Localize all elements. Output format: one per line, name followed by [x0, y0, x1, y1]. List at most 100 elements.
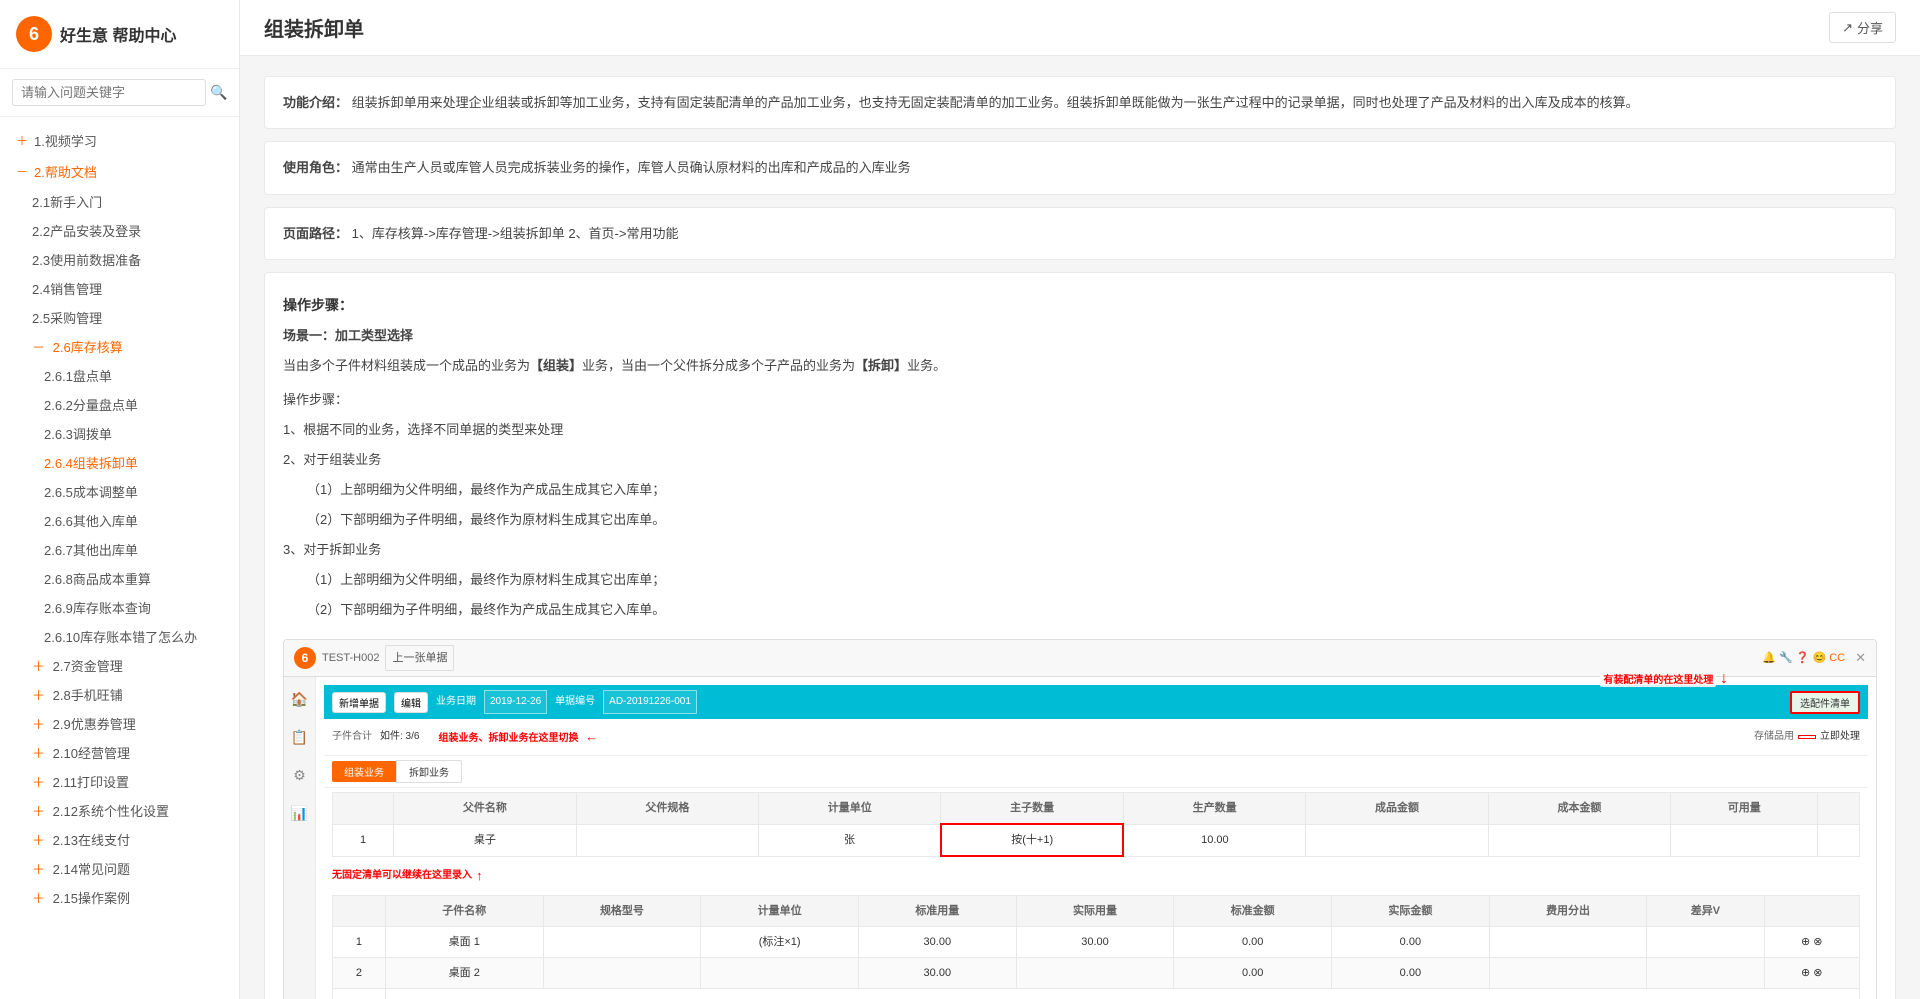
cell-no: 2: [333, 958, 386, 989]
func-intro-block: 功能介绍： 组装拆卸单用来处理企业组装或拆卸等加工业务，支持有固定装配清单的产品…: [264, 76, 1896, 129]
cell-child-name: 桌面 1: [385, 927, 543, 958]
sidebar-item-2-6-3[interactable]: 2.6.3调拨单: [0, 419, 239, 448]
sidebar-item-docs[interactable]: － 2.帮助文档: [0, 156, 239, 187]
sidebar-item-sales[interactable]: 2.4销售管理: [0, 274, 239, 303]
sidebar-item-finance[interactable]: ＋ 2.7资金管理: [0, 651, 239, 680]
search-button[interactable]: 🔍: [210, 84, 227, 101]
sidebar-item-purchase[interactable]: 2.5采购管理: [0, 303, 239, 332]
cell-std-qty: 30.00: [858, 927, 1016, 958]
cell-unit: 张: [759, 824, 941, 856]
step3-1: （1）上部明细为父件明细，最终作为原材料生成其它出库单；: [283, 567, 1877, 593]
col-std-amt: 标准金额: [1174, 896, 1332, 927]
cell-unit: (标注×1): [701, 927, 859, 958]
sidebar-item-operation[interactable]: ＋ 2.10经营管理: [0, 738, 239, 767]
ss-date-value: 2019-12-26: [484, 690, 547, 714]
scene1-desc: 当由多个子件材料组装成一个成品的业务为【组装】业务，当由一个父件拆分成多个子产品…: [283, 353, 1877, 379]
cell-row-actions: ⊕ ⊗: [1764, 927, 1859, 958]
screenshot: 6 TEST-H002 上一张单据 🔔 🔧 ❓ 😊 CC ✕ 🏠: [283, 639, 1877, 999]
ss-close-icon[interactable]: ✕: [1855, 645, 1866, 671]
cell-parent-name: 桌子: [394, 824, 576, 856]
search-area: 🔍: [0, 69, 239, 117]
col-prod-qty: 生产数量: [1123, 793, 1305, 825]
ss-btn-edit[interactable]: 编辑: [394, 692, 428, 713]
sidebar-item-2-6-9[interactable]: 2.6.9库存账本查询: [0, 593, 239, 622]
sidebar-item-coupon[interactable]: ＋ 2.9优惠券管理: [0, 709, 239, 738]
table-row: 父件名称 父件规格 计量单位 主子数量 生产数量 成品金额 成本金额 可用量: [333, 793, 1860, 825]
col-spec: 规格型号: [543, 896, 701, 927]
share-label: 分享: [1857, 18, 1883, 37]
ss-tab-assembly[interactable]: 组装业务: [332, 761, 396, 782]
ss-lower-table-body: 1 桌面 1 (标注×1) 30.00 30.00 0.00 0.00: [333, 927, 1860, 999]
share-icon: ↗: [1842, 20, 1853, 36]
cell-no: 1: [333, 824, 394, 856]
ss-lower-table-area: 子件名称 规格型号 计量单位 标准用量 实际用量 标准金额 实际金额 费用分出: [324, 891, 1868, 999]
col-unit: 计量单位: [701, 896, 859, 927]
ss-enable-input: [1798, 735, 1816, 739]
ss-confirm-btn[interactable]: 立即处理: [1820, 727, 1860, 747]
ss-left-sidebar: 🏠 📋 ⚙ 📊: [284, 677, 316, 999]
col-act-amt: 实际金额: [1332, 896, 1490, 927]
col-diff: 差异V: [1647, 896, 1764, 927]
sidebar-item-2-6-7[interactable]: 2.6.7其他出库单: [0, 535, 239, 564]
ss-icon-list: 📋: [291, 723, 308, 751]
ss-title-left: 6 TEST-H002 上一张单据: [294, 645, 454, 671]
sidebar-item-2-6-6[interactable]: 2.6.6其他入库单: [0, 506, 239, 535]
sidebar-item-install[interactable]: 2.2产品安装及登录: [0, 216, 239, 245]
sidebar-item-faq[interactable]: ＋ 2.14常见问题: [0, 854, 239, 883]
cell-parent-spec: [576, 824, 758, 856]
table-row: 子件名称 规格型号 计量单位 标准用量 实际用量 标准金额 实际金额 费用分出: [333, 896, 1860, 927]
cell-diff: [1647, 958, 1764, 989]
sidebar-item-2-6-2[interactable]: 2.6.2分量盘点单: [0, 390, 239, 419]
step2: 2、对于组装业务: [283, 447, 1877, 473]
sidebar-item-inventory[interactable]: － 2.6库存核算: [0, 332, 239, 361]
sidebar-item-cases[interactable]: ＋ 2.15操作案例: [0, 883, 239, 912]
nav-list: ＋ 1.视频学习 － 2.帮助文档 2.1新手入门 2.2产品安装及登录 2.3…: [0, 117, 239, 999]
role-label: 使用角色：: [283, 160, 348, 175]
ss-sub-toolbar: 子件合计 如件: 3/6 组装业务、拆卸业务在这里切换 ← 存储品用: [324, 719, 1868, 756]
cell-act-amt: 0.00: [1332, 927, 1490, 958]
sidebar-item-2-6-4[interactable]: 2.6.4组装拆卸单: [0, 448, 239, 477]
step3-2: （2）下部明细为子件明细，最终作为产成品生成其它入库单。: [283, 597, 1877, 623]
search-input[interactable]: [12, 79, 206, 106]
col-unit: 计量单位: [759, 793, 941, 825]
sidebar-item-payment[interactable]: ＋ 2.13在线支付: [0, 825, 239, 854]
cell-main-qty: 按(十+1): [941, 824, 1123, 856]
app-name: 好生意 帮助中心: [60, 22, 176, 46]
ss-lower-table-head: 子件名称 规格型号 计量单位 标准用量 实际用量 标准金额 实际金额 费用分出: [333, 896, 1860, 927]
page-title: 组装拆卸单: [264, 13, 364, 42]
sidebar-item-settings[interactable]: ＋ 2.12系统个性化设置: [0, 796, 239, 825]
role-text: 通常由生产人员或库管人员完成拆装业务的操作，库管人员确认原材料的出库和产成品的入…: [352, 160, 911, 175]
scene1-title: 场景一：加工类型选择: [283, 328, 413, 343]
ss-date-label: 业务日期: [436, 692, 476, 712]
ss-icon-home: 🏠: [291, 685, 308, 713]
cell-no: 1: [333, 927, 386, 958]
sidebar-item-data-prep[interactable]: 2.3使用前数据准备: [0, 245, 239, 274]
sidebar-item-2-6-1[interactable]: 2.6.1盘点单: [0, 361, 239, 390]
ss-btn-bom[interactable]: 选配件清单: [1790, 691, 1860, 714]
expand-icon: ＋: [16, 132, 28, 149]
sidebar-item-newbie[interactable]: 2.1新手入门: [0, 187, 239, 216]
ss-tab-disassembly[interactable]: 拆卸业务: [396, 760, 462, 783]
sidebar-item-print[interactable]: ＋ 2.11打印设置: [0, 767, 239, 796]
sidebar-item-2-6-10[interactable]: 2.6.10库存账本错了怎么办: [0, 622, 239, 651]
share-button[interactable]: ↗ 分享: [1829, 12, 1896, 43]
col-available: 可用量: [1671, 793, 1818, 825]
ss-icon-settings: ⚙: [293, 761, 306, 789]
cell-cost-amt: [1488, 824, 1670, 856]
cell-actions: [1818, 824, 1860, 856]
sidebar-item-mobile[interactable]: ＋ 2.8手机旺铺: [0, 680, 239, 709]
cell-spec: [543, 958, 701, 989]
sidebar-item-2-6-8[interactable]: 2.6.8商品成本重算: [0, 564, 239, 593]
sidebar-item-2-6-5[interactable]: 2.6.5成本调整单: [0, 477, 239, 506]
sidebar-item-video[interactable]: ＋ 1.视频学习: [0, 125, 239, 156]
col-main-qty: 主子数量: [941, 793, 1123, 825]
screenshot-inner: 6 TEST-H002 上一张单据 🔔 🔧 ❓ 😊 CC ✕ 🏠: [284, 640, 1876, 999]
col-product-amt: 成品金额: [1306, 793, 1488, 825]
col-parent-name: 父件名称: [394, 793, 576, 825]
ss-btn-new[interactable]: 新增单据: [332, 692, 386, 713]
sidebar: 6 好生意 帮助中心 🔍 ＋ 1.视频学习 － 2.帮助文档 2.1新手入门 2…: [0, 0, 240, 999]
content-area: 功能介绍： 组装拆卸单用来处理企业组装或拆卸等加工业务，支持有固定装配清单的产品…: [240, 56, 1920, 999]
steps-title: 操作步骤：: [283, 291, 1877, 319]
ss-billno-label: 单据编号: [555, 692, 595, 712]
ss-prev-btn[interactable]: 上一张单据: [385, 645, 454, 671]
